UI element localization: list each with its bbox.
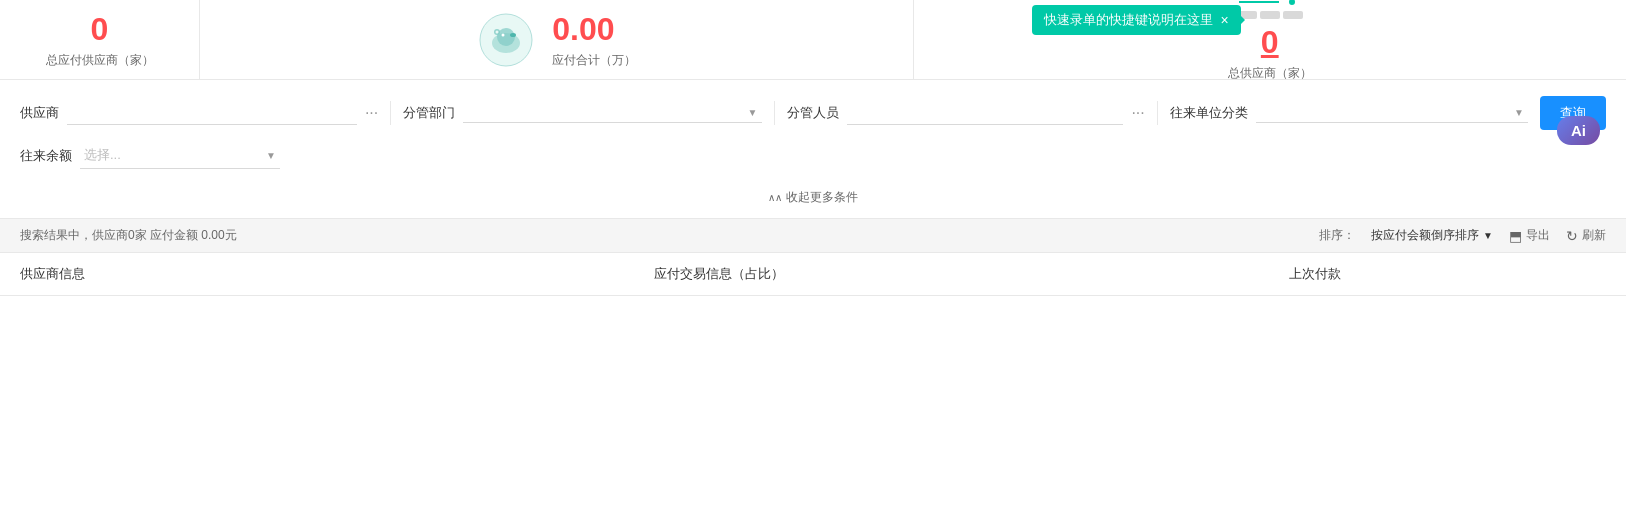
sort-chevron-icon: ▼ <box>1483 230 1493 241</box>
unit-category-chevron: ▼ <box>1514 107 1524 118</box>
balance-chevron: ▼ <box>266 150 276 161</box>
refresh-icon: ↻ <box>1566 228 1578 244</box>
stat-total-suppliers-label: 总供应商（家） <box>1228 65 1312 82</box>
department-select[interactable]: ▼ <box>463 103 761 123</box>
export-btn[interactable]: ⬒ 导出 <box>1509 227 1550 244</box>
ai-button[interactable]: Ai <box>1557 116 1600 145</box>
filter-section: 供应商 ··· 分管部门 ▼ 分管人员 ··· 往来单位分类 ▼ <box>0 80 1626 219</box>
col-supplier-info: 供应商信息 <box>20 265 654 283</box>
filter-balance: 往来余额 选择... ▼ <box>20 142 280 169</box>
person-label: 分管人员 <box>787 104 839 122</box>
gray-bar-2 <box>1260 11 1280 19</box>
balance-select[interactable]: 选择... ▼ <box>80 142 280 169</box>
stats-bar: 0 总应付供应商（家） 0.00 应付合计（万） <box>0 0 1626 80</box>
stat-total-payable-suppliers: 0 总应付供应商（家） <box>0 0 200 79</box>
supplier-input[interactable] <box>67 101 357 125</box>
stat-payable-total-number: 0.00 <box>552 10 614 48</box>
content-area <box>0 296 1626 515</box>
svg-point-6 <box>496 30 499 33</box>
stat-payable-number: 0 <box>91 10 109 48</box>
ai-button-area[interactable]: Ai <box>1557 116 1600 145</box>
filter-person: 分管人员 ··· <box>787 101 1145 125</box>
results-bar: 搜索结果中，供应商0家 应付金额 0.00元 排序： 按应付会额倒序排序 ▼ ⬒… <box>0 219 1626 253</box>
balance-label: 往来余额 <box>20 147 72 165</box>
divider-2 <box>774 101 775 125</box>
table-header: 供应商信息 应付交易信息（占比） 上次付款 <box>0 253 1626 296</box>
export-label: 导出 <box>1526 227 1550 244</box>
unit-category-select[interactable]: ▼ <box>1256 103 1528 123</box>
results-actions: 排序： 按应付会额倒序排序 ▼ ⬒ 导出 ↻ 刷新 <box>1319 227 1606 244</box>
stat-payable-total: 0.00 应付合计（万） <box>200 0 914 79</box>
filter-department: 分管部门 ▼ <box>403 103 761 123</box>
supplier-label: 供应商 <box>20 104 59 122</box>
stat-payable-total-text: 0.00 应付合计（万） <box>552 10 636 69</box>
collapse-up-icon: ∧∧ <box>768 192 782 203</box>
tooltip-text: 快速录单的快捷键说明在这里 <box>1044 11 1213 29</box>
sort-label: 排序： <box>1319 227 1355 244</box>
col-transaction-info: 应付交易信息（占比） <box>654 265 1288 283</box>
filter-row-2: 往来余额 选择... ▼ <box>20 142 1606 169</box>
tooltip-connector-dot <box>1287 0 1297 7</box>
filter-unit-category: 往来单位分类 ▼ <box>1170 103 1528 123</box>
unit-category-label: 往来单位分类 <box>1170 104 1248 122</box>
divider-1 <box>390 101 391 125</box>
svg-point-4 <box>502 33 505 36</box>
person-more-icon[interactable]: ··· <box>1131 104 1144 122</box>
tooltip-wrapper: 快速录单的快捷键说明在这里 × <box>1239 0 1301 7</box>
col-last-payment: 上次付款 <box>1289 265 1606 283</box>
stat-icon-piggy <box>476 10 536 70</box>
department-chevron: ▼ <box>748 107 758 118</box>
gray-bar-3 <box>1283 11 1303 19</box>
svg-point-3 <box>510 33 516 37</box>
stat-payable-label: 总应付供应商（家） <box>46 52 154 69</box>
supplier-more-icon[interactable]: ··· <box>365 104 378 122</box>
divider-3 <box>1157 101 1158 125</box>
results-info-text: 搜索结果中，供应商0家 应付金额 0.00元 <box>20 227 237 244</box>
stat-payable-total-label: 应付合计（万） <box>552 52 636 69</box>
sort-value: 按应付会额倒序排序 <box>1371 227 1479 244</box>
filter-row-1: 供应商 ··· 分管部门 ▼ 分管人员 ··· 往来单位分类 ▼ <box>20 96 1606 130</box>
filter-supplier: 供应商 ··· <box>20 101 378 125</box>
export-icon: ⬒ <box>1509 228 1522 244</box>
balance-placeholder: 选择... <box>84 146 121 164</box>
shortcut-tooltip: 快速录单的快捷键说明在这里 × <box>1032 5 1241 35</box>
collapse-btn[interactable]: ∧∧ 收起更多条件 <box>768 181 858 218</box>
department-label: 分管部门 <box>403 104 455 122</box>
sort-select[interactable]: 按应付会额倒序排序 ▼ <box>1371 227 1493 244</box>
person-input[interactable] <box>847 101 1124 125</box>
tooltip-connector-line <box>1239 1 1279 3</box>
stat-total-suppliers: 快速录单的快捷键说明在这里 × 0 总供应商（家） <box>914 0 1627 79</box>
collapse-label: 收起更多条件 <box>786 189 858 206</box>
tooltip-close-btn[interactable]: × <box>1221 12 1229 28</box>
refresh-btn[interactable]: ↻ 刷新 <box>1566 227 1606 244</box>
stat-total-suppliers-number: 0 <box>1261 23 1279 61</box>
refresh-label: 刷新 <box>1582 227 1606 244</box>
